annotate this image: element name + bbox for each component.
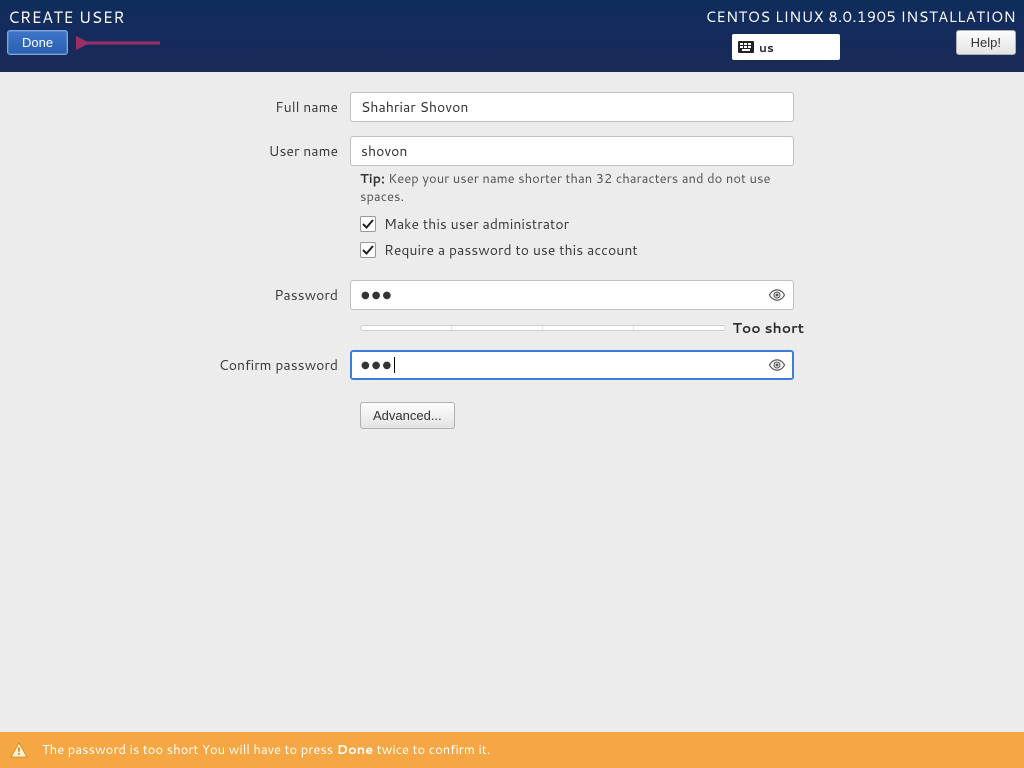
done-button[interactable]: Done <box>7 30 68 55</box>
user-name-tip: Tip: Keep your user name shorter than 32… <box>360 170 804 206</box>
password-masked-value: ●●● <box>361 288 393 302</box>
password-strength-row: Too short <box>360 318 804 338</box>
show-password-icon[interactable] <box>768 286 786 304</box>
user-name-label: User name <box>0 141 350 161</box>
keyboard-layout-code: us <box>759 39 774 56</box>
confirm-password-label: Confirm password <box>0 355 350 375</box>
check-icon <box>362 244 374 256</box>
full-name-label: Full name <box>0 97 350 117</box>
user-name-input[interactable]: shovon <box>350 136 794 166</box>
tip-label: Tip: <box>360 170 385 188</box>
require-password-checkbox[interactable] <box>360 242 376 258</box>
warning-message-pre: The password is too short You will have … <box>42 741 337 759</box>
password-strength-text: Too short <box>732 318 804 338</box>
annotation-arrow-icon <box>76 34 164 52</box>
confirm-password-input[interactable]: ●●● <box>350 350 794 380</box>
confirm-password-masked-value: ●●● <box>361 358 393 372</box>
check-icon <box>362 218 374 230</box>
header-bar: CREATE USER CENTOS LINUX 8.0.1905 INSTAL… <box>0 0 1024 72</box>
help-button[interactable]: Help! <box>956 30 1016 55</box>
user-name-value: shovon <box>361 141 407 161</box>
password-strength-bar <box>360 325 726 331</box>
warning-icon <box>10 742 28 758</box>
full-name-value: Shahriar Shovon <box>361 97 468 117</box>
full-name-input[interactable]: Shahriar Shovon <box>350 92 794 122</box>
password-input[interactable]: ●●● <box>350 280 794 310</box>
warning-message: The password is too short You will have … <box>42 741 490 759</box>
keyboard-layout-indicator[interactable]: us <box>732 34 840 60</box>
page-title: CREATE USER <box>8 6 125 29</box>
password-label: Password <box>0 285 350 305</box>
keyboard-icon <box>738 41 754 53</box>
warning-message-post: twice to confirm it. <box>373 741 490 759</box>
show-confirm-password-icon[interactable] <box>768 356 786 374</box>
installer-title: CENTOS LINUX 8.0.1905 INSTALLATION <box>705 6 1016 27</box>
form-body: Full name Shahriar Shovon User name shov… <box>0 72 1024 732</box>
warning-footer: The password is too short You will have … <box>0 732 1024 768</box>
admin-checkbox[interactable] <box>360 216 376 232</box>
text-cursor <box>394 357 395 373</box>
warning-message-bold: Done <box>337 741 373 759</box>
tip-text: Keep your user name shorter than 32 char… <box>360 170 770 206</box>
require-password-checkbox-label: Require a password to use this account <box>384 240 638 260</box>
admin-checkbox-label: Make this user administrator <box>384 214 569 234</box>
advanced-button[interactable]: Advanced... <box>360 402 455 429</box>
